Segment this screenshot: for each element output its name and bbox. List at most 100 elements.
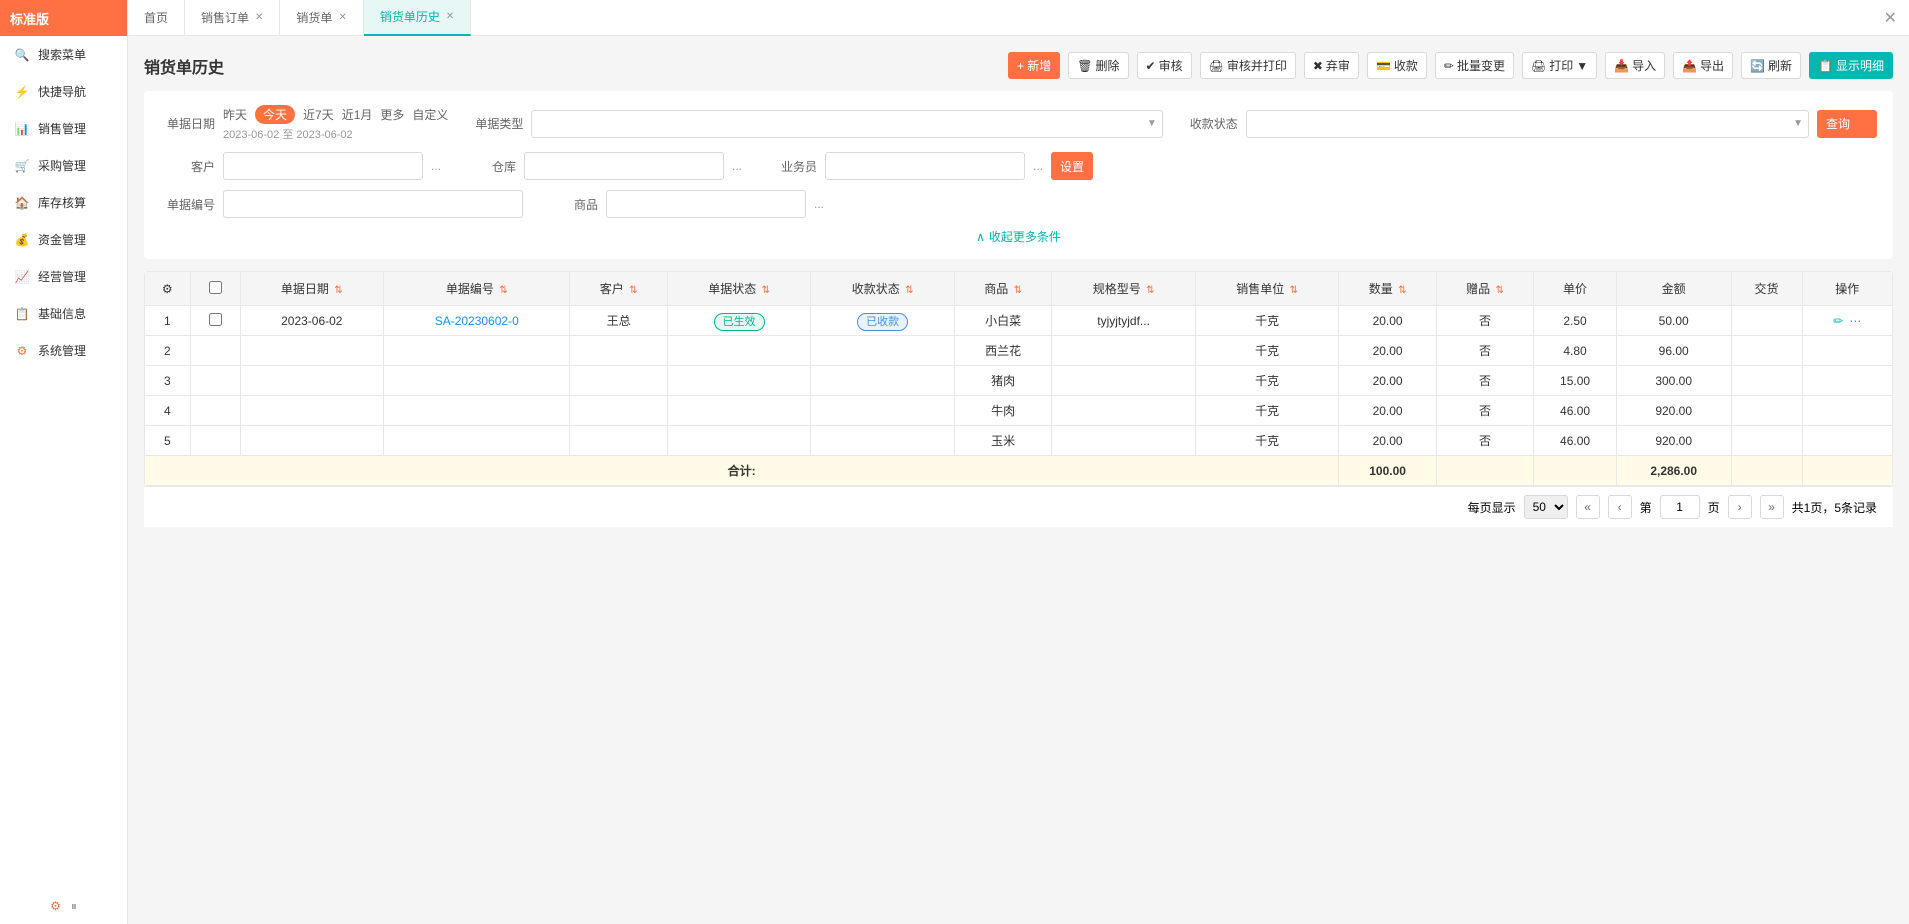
window-close-button[interactable]: ✕ — [1872, 8, 1909, 28]
col-doc-date[interactable]: 单据日期 ⇅ — [240, 272, 384, 306]
page-content: 销货单历史 + 新增 🗑 删除 ✔ 审核 🖨 审核并打印 ✖ 弃审 — [128, 36, 1909, 924]
more-action[interactable]: ⋯ — [1849, 314, 1861, 328]
tab-home-label: 首页 — [144, 9, 168, 26]
page-number-input[interactable] — [1660, 495, 1700, 519]
collect-button[interactable]: 💳 收款 — [1367, 52, 1427, 79]
staff-dots[interactable]: ... — [1033, 159, 1043, 173]
import-button[interactable]: 📥 导入 — [1605, 52, 1665, 79]
goods-input[interactable] — [606, 190, 806, 218]
doc-no-link[interactable]: SA-20230602-0 — [435, 314, 519, 328]
date-shortcut-7days[interactable]: 近7天 — [303, 106, 334, 123]
col-gear[interactable]: ⚙ — [145, 272, 191, 306]
date-shortcut-today[interactable]: 今天 — [255, 105, 295, 124]
delete-button[interactable]: 🗑 删除 — [1068, 52, 1128, 79]
sidebar-item-finance-mgmt[interactable]: 💰 资金管理 — [0, 221, 127, 258]
row-doc-no — [384, 366, 570, 396]
col-customer[interactable]: 客户 ⇅ — [570, 272, 667, 306]
warehouse-dots[interactable]: ... — [732, 159, 742, 173]
quick-nav-icon: ⚡ — [14, 84, 30, 100]
doc-status-badge: 已生效 — [714, 313, 765, 331]
row-customer — [570, 396, 667, 426]
settings-button[interactable]: 设置 — [1051, 152, 1093, 180]
next-page-button[interactable]: › — [1728, 495, 1752, 519]
payment-status-select[interactable] — [1246, 110, 1809, 138]
tab-sales-history-close[interactable]: ✕ — [446, 11, 454, 22]
tab-sales-goods-close[interactable]: ✕ — [338, 12, 346, 23]
purchase-mgmt-icon: 🛒 — [14, 158, 30, 174]
row-doc-no: SA-20230602-0 — [384, 306, 570, 336]
staff-input[interactable] — [825, 152, 1025, 180]
batch-change-button[interactable]: ✏ 批量变更 — [1435, 52, 1514, 79]
payment-status-badge: 已收款 — [857, 313, 908, 331]
filter-area: 单据日期 昨天 今天 近7天 近1月 更多 自定义 2023-06-02 至 2… — [144, 91, 1893, 259]
select-all-checkbox[interactable] — [209, 281, 222, 294]
customer-dots[interactable]: ... — [431, 159, 441, 173]
row-payment-status — [811, 396, 955, 426]
sidebar-item-label: 基础信息 — [38, 305, 86, 322]
first-page-button[interactable]: « — [1576, 495, 1600, 519]
sidebar-collapse-icon[interactable]: ⏸ — [71, 899, 77, 914]
goods-dots[interactable]: ... — [814, 197, 824, 211]
gift-sort-icon: ⇅ — [1496, 285, 1504, 296]
row-check — [190, 396, 240, 426]
doc-type-select[interactable] — [531, 110, 1162, 138]
col-gift[interactable]: 赠品 ⇅ — [1436, 272, 1533, 306]
last-page-button[interactable]: » — [1760, 495, 1784, 519]
customer-input[interactable] — [223, 152, 423, 180]
row-payment-status — [811, 336, 955, 366]
row-spec — [1052, 426, 1196, 456]
sidebar-item-sales-mgmt[interactable]: 📊 销售管理 — [0, 110, 127, 147]
tab-sales-order-close[interactable]: ✕ — [255, 12, 263, 23]
row-quantity: 20.00 — [1339, 336, 1436, 366]
filter-collapse[interactable]: ∧ 收起更多条件 — [160, 228, 1877, 245]
sidebar-item-operation-mgmt[interactable]: 📈 经营管理 — [0, 258, 127, 295]
date-shortcut-custom[interactable]: 自定义 — [412, 106, 448, 123]
approve-button[interactable]: ✔ 审核 — [1137, 52, 1192, 79]
date-shortcut-yesterday[interactable]: 昨天 — [223, 106, 247, 123]
abandon-button[interactable]: ✖ 弃审 — [1304, 52, 1359, 79]
row-amount: 50.00 — [1616, 306, 1731, 336]
sidebar-item-quick-nav[interactable]: ⚡ 快捷导航 — [0, 73, 127, 110]
approve-print-button[interactable]: 🖨 审核并打印 — [1200, 52, 1296, 79]
sidebar-settings-icon[interactable]: ⚙ — [50, 899, 61, 914]
tab-sales-goods[interactable]: 销货单 ✕ — [280, 0, 363, 36]
new-button[interactable]: + 新增 — [1008, 52, 1060, 79]
row-customer: 王总 — [570, 306, 667, 336]
prev-page-button[interactable]: ‹ — [1608, 495, 1632, 519]
per-page-select[interactable]: 50 — [1524, 495, 1568, 519]
date-shortcut-1month[interactable]: 近1月 — [342, 106, 373, 123]
tab-sales-order[interactable]: 销售订单 ✕ — [185, 0, 280, 36]
col-unit[interactable]: 销售单位 ⇅ — [1195, 272, 1339, 306]
sidebar-item-system-mgmt[interactable]: ⚙ 系统管理 — [0, 332, 127, 369]
collect-icon: 💳 — [1376, 59, 1391, 73]
sidebar-item-purchase-mgmt[interactable]: 🛒 采购管理 — [0, 147, 127, 184]
page-label-suffix: 页 — [1708, 499, 1720, 516]
col-payment-status[interactable]: 收款状态 ⇅ — [811, 272, 955, 306]
doc-no-input[interactable] — [223, 190, 523, 218]
edit-action[interactable]: ✏ — [1833, 314, 1843, 328]
date-shortcuts: 昨天 今天 近7天 近1月 更多 自定义 2023-06-02 至 2023-0… — [223, 105, 448, 142]
tab-sales-order-label: 销售订单 — [201, 9, 249, 26]
col-quantity[interactable]: 数量 ⇅ — [1339, 272, 1436, 306]
sidebar-item-inventory[interactable]: 🏠 库存核算 — [0, 184, 127, 221]
col-spec[interactable]: 规格型号 ⇅ — [1052, 272, 1196, 306]
table-header-row: ⚙ 单据日期 ⇅ 单据编号 ⇅ 客户 ⇅ — [145, 272, 1893, 306]
col-goods[interactable]: 商品 ⇅ — [954, 272, 1051, 306]
tab-home[interactable]: 首页 — [128, 0, 185, 36]
sidebar-item-search-menu[interactable]: 🔍 搜索菜单 — [0, 36, 127, 73]
row-checkbox[interactable] — [209, 313, 222, 326]
export-button[interactable]: 📤 导出 — [1673, 52, 1733, 79]
col-doc-status[interactable]: 单据状态 ⇅ — [667, 272, 811, 306]
show-detail-button[interactable]: 📋 显示明细 — [1809, 52, 1893, 79]
tab-sales-history[interactable]: 销货单历史 ✕ — [364, 0, 471, 36]
warehouse-label: 仓库 — [461, 158, 516, 175]
date-shortcut-more[interactable]: 更多 — [380, 106, 404, 123]
sidebar-item-basic-info[interactable]: 📋 基础信息 — [0, 295, 127, 332]
row-gift: 否 — [1436, 336, 1533, 366]
warehouse-input[interactable] — [524, 152, 724, 180]
query-button[interactable]: 查询 — [1817, 110, 1877, 138]
print-button[interactable]: 🖨 打印 ▼ — [1522, 52, 1597, 79]
refresh-button[interactable]: 🔄 刷新 — [1741, 52, 1801, 79]
col-doc-no[interactable]: 单据编号 ⇅ — [384, 272, 570, 306]
row-unit-price: 15.00 — [1534, 366, 1617, 396]
